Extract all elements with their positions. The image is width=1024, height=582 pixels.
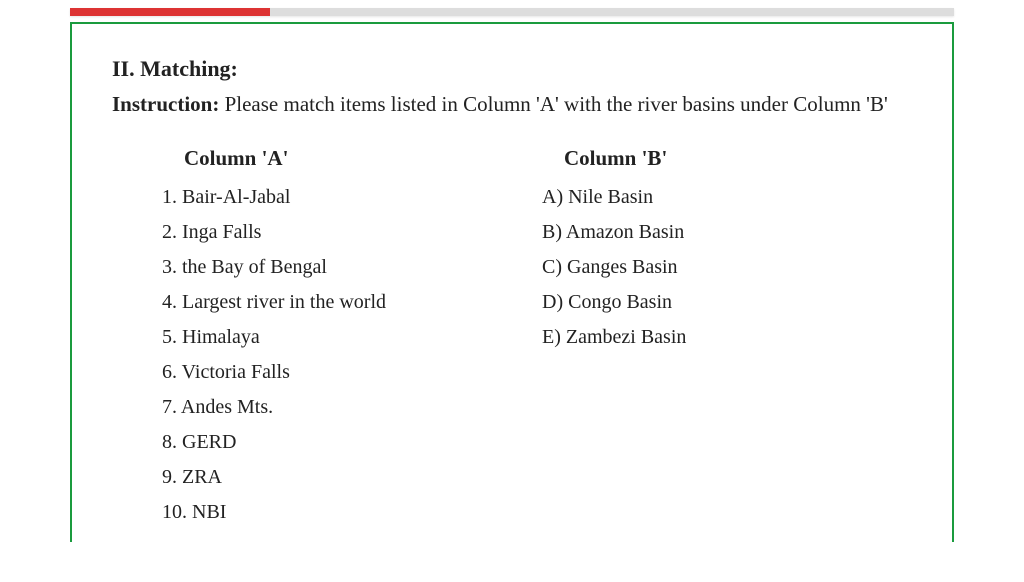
list-item: 8. GERD xyxy=(162,425,482,460)
list-item: D) Congo Basin xyxy=(542,285,802,320)
list-item: 2. Inga Falls xyxy=(162,215,482,250)
instruction-line: Instruction: Please match items listed i… xyxy=(112,89,912,121)
instruction-text: Please match items listed in Column 'A' … xyxy=(219,92,887,116)
list-item: B) Amazon Basin xyxy=(542,215,802,250)
list-item: 1. Bair-Al-Jabal xyxy=(162,180,482,215)
instruction-label: Instruction: xyxy=(112,92,219,116)
list-item: 5. Himalaya xyxy=(162,320,482,355)
list-item: 7. Andes Mts. xyxy=(162,390,482,425)
list-item: C) Ganges Basin xyxy=(542,250,802,285)
list-item: A) Nile Basin xyxy=(542,180,802,215)
top-accent-bar xyxy=(70,8,954,16)
column-a: Column 'A' 1. Bair-Al-Jabal 2. Inga Fall… xyxy=(162,143,482,531)
column-a-header: Column 'A' xyxy=(162,143,482,175)
list-item: 9. ZRA xyxy=(162,460,482,495)
column-b-header: Column 'B' xyxy=(542,143,802,175)
column-b: Column 'B' A) Nile Basin B) Amazon Basin… xyxy=(542,143,802,531)
list-item: 10. NBI xyxy=(162,495,482,530)
list-item: 4. Largest river in the world xyxy=(162,285,482,320)
question-panel: II. Matching: Instruction: Please match … xyxy=(70,22,954,542)
list-item: E) Zambezi Basin xyxy=(542,320,802,355)
list-item: 6. Victoria Falls xyxy=(162,355,482,390)
columns-wrapper: Column 'A' 1. Bair-Al-Jabal 2. Inga Fall… xyxy=(112,143,912,531)
list-item: 3. the Bay of Bengal xyxy=(162,250,482,285)
section-title: II. Matching: xyxy=(112,52,912,85)
